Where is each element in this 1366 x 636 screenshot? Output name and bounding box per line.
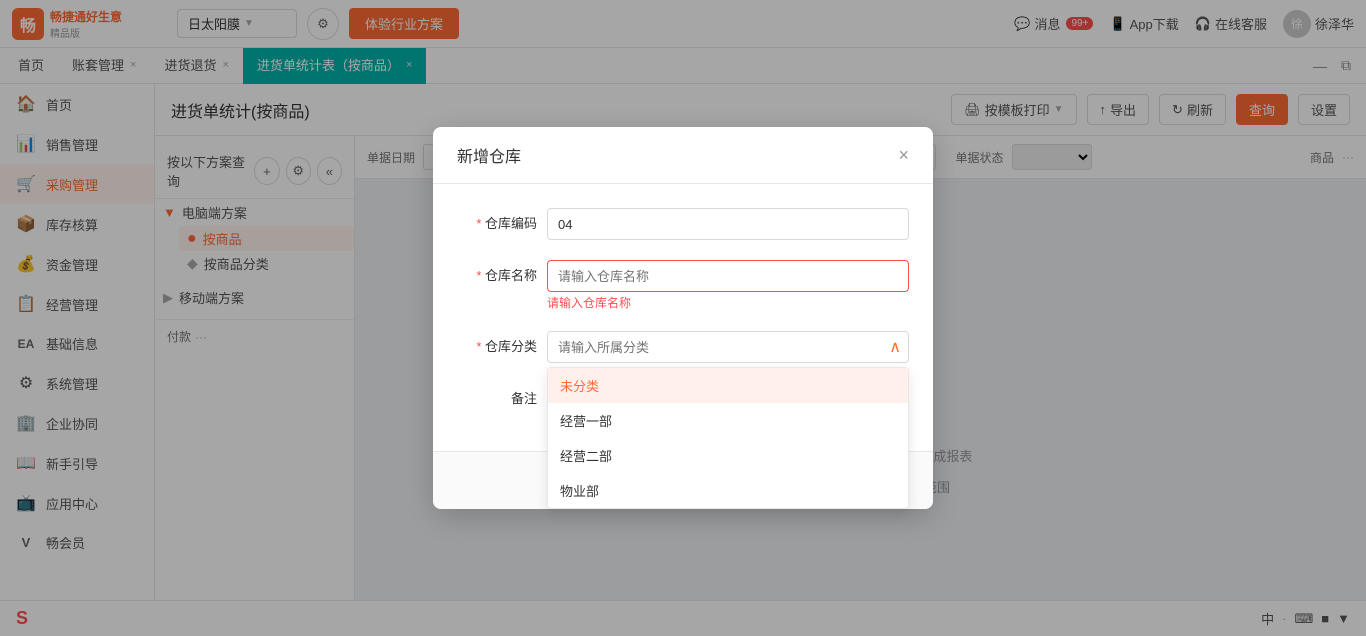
modal-close-button[interactable]: × [898, 145, 909, 166]
modal-header: 新增仓库 × [433, 127, 933, 184]
dropdown-item-property[interactable]: 物业部 [548, 473, 908, 508]
modal-body: 仓库编码 仓库名称 请输入仓库名称 仓库分类 ∧ [433, 184, 933, 451]
warehouse-code-control [547, 208, 909, 240]
modal-overlay: 新增仓库 × 仓库编码 仓库名称 请输入仓库名称 仓库分类 [0, 0, 1366, 636]
dropdown-item-ops1[interactable]: 经营一部 [548, 403, 908, 438]
remark-label: 备注 [457, 383, 547, 415]
category-dropdown: 未分类 经营一部 经营二部 物业部 [547, 367, 909, 509]
dropdown-item-ops2[interactable]: 经营二部 [548, 438, 908, 473]
warehouse-code-input[interactable] [547, 208, 909, 240]
warehouse-code-label: 仓库编码 [457, 208, 547, 240]
warehouse-name-label: 仓库名称 [457, 260, 547, 292]
warehouse-category-row: 仓库分类 ∧ 未分类 经营一部 经营二部 物业部 [457, 331, 909, 363]
warehouse-category-label: 仓库分类 [457, 331, 547, 363]
dropdown-item-uncategorized[interactable]: 未分类 [548, 368, 908, 403]
add-warehouse-modal: 新增仓库 × 仓库编码 仓库名称 请输入仓库名称 仓库分类 [433, 127, 933, 509]
warehouse-category-input[interactable] [547, 331, 909, 363]
warehouse-name-input[interactable] [547, 260, 909, 292]
warehouse-category-control: ∧ 未分类 经营一部 经营二部 物业部 [547, 331, 909, 363]
warehouse-name-row: 仓库名称 请输入仓库名称 [457, 260, 909, 311]
warehouse-name-error: 请输入仓库名称 [547, 294, 909, 311]
modal-title: 新增仓库 [457, 143, 521, 167]
warehouse-name-control: 请输入仓库名称 [547, 260, 909, 311]
warehouse-code-row: 仓库编码 [457, 208, 909, 240]
